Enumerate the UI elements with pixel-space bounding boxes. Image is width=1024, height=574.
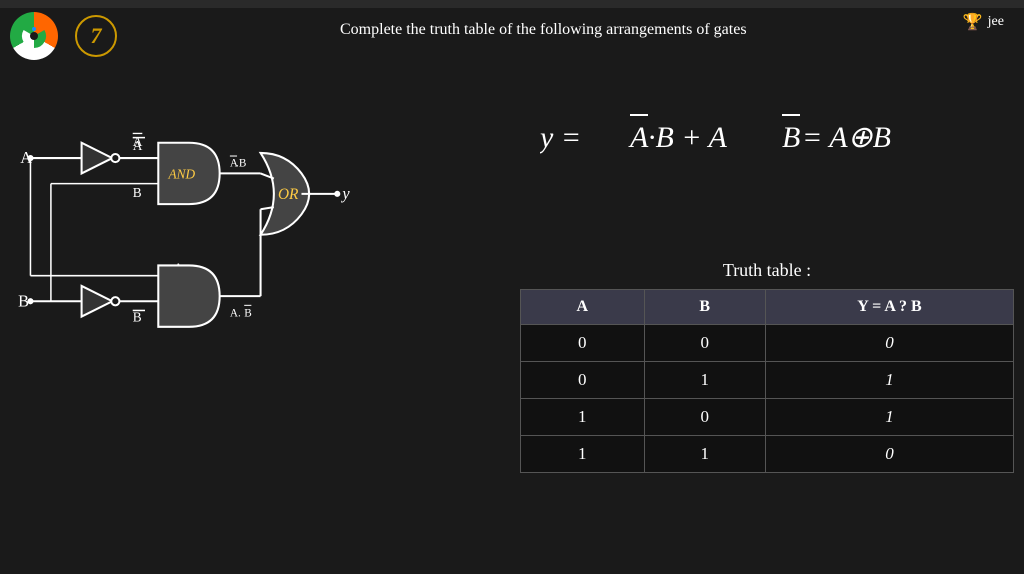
svg-text:y =: y = [540,121,581,154]
svg-text:AND: AND [168,167,196,182]
cell-a: 1 [521,399,645,436]
svg-text:A: A [133,138,143,153]
col-header-b: B [644,290,765,325]
cell-a: 1 [521,436,645,473]
col-header-y: Y = A ? B [765,290,1013,325]
table-row: 1 1 0 [521,436,1014,473]
circuit-diagram: A B A A B A B AND A .B A. B [10,70,460,420]
svg-text:A: A [628,121,649,154]
cell-b: 1 [644,362,765,399]
svg-text:= A⊕B: = A⊕B [802,121,891,154]
cell-y: 1 [765,399,1013,436]
table-row: 0 1 1 [521,362,1014,399]
cell-y: 0 [765,436,1013,473]
jee-label: jee [988,14,1004,30]
cell-a: 0 [521,362,645,399]
jee-badge: 🏆 jee [963,12,1004,32]
trophy-icon: 🏆 [963,12,983,32]
cell-b: 0 [644,325,765,362]
svg-text:y: y [340,184,350,203]
cell-b: 1 [644,436,765,473]
cell-y: 0 [765,325,1013,362]
question-number: 7 [75,15,117,57]
truth-table-section: Truth table : A B Y = A ? B 0 0 0 0 1 1 … [520,260,1014,473]
svg-text:B: B [133,185,142,200]
table-row: 1 0 1 [521,399,1014,436]
svg-text:A.: A. [230,308,241,320]
logo-area [10,12,60,62]
truth-table: A B Y = A ? B 0 0 0 0 1 1 1 0 1 1 [520,289,1014,473]
question-text: Complete the truth table of the followin… [340,18,924,42]
svg-text:·B + A: ·B + A [648,121,728,154]
cell-y: 1 [765,362,1013,399]
svg-text:OR: OR [278,186,299,203]
formula-area: y = A ·B + A B = A⊕B [540,105,1004,167]
svg-text:B: B [244,308,252,320]
svg-text:B: B [782,121,800,154]
cell-a: 0 [521,325,645,362]
svg-text:.B: .B [236,157,246,169]
top-bar [0,0,1024,8]
col-header-a: A [521,290,645,325]
table-row: 0 0 0 [521,325,1014,362]
svg-text:B: B [133,310,142,325]
truth-table-title: Truth table : [520,260,1014,281]
cell-b: 0 [644,399,765,436]
logo-circle [10,12,58,60]
